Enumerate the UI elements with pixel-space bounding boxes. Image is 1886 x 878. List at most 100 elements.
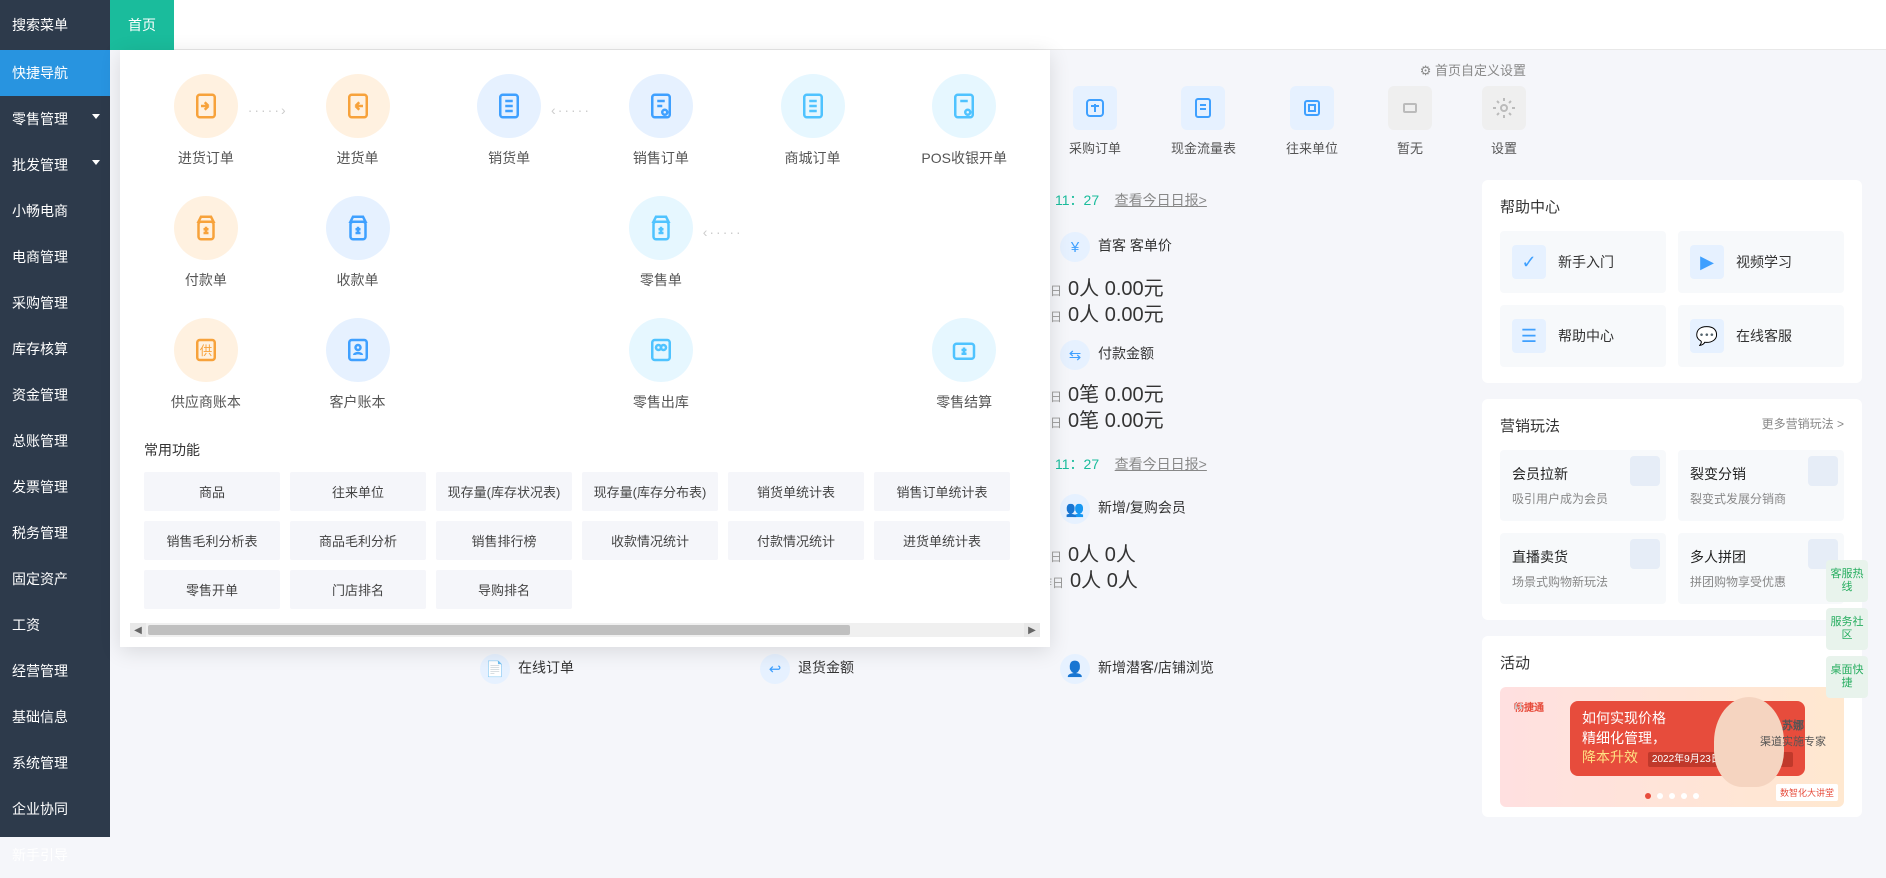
marketing-card: 营销玩法 更多营销玩法 > 会员拉新吸引用户成为会员 裂变分销裂变式发展分销商 … <box>1482 399 1862 620</box>
big-value: 0人 0.00元 <box>1068 278 1164 300</box>
chip-stock-dist[interactable]: 现存量(库存分布表) <box>582 472 718 511</box>
sale-order-icon <box>629 74 693 138</box>
carousel-dots[interactable] <box>1645 793 1699 799</box>
chip-sale-profit[interactable]: 销售毛利分析表 <box>144 521 280 560</box>
sidebar-item-xiaochang[interactable]: 小畅电商 <box>0 188 110 234</box>
dot[interactable] <box>1693 793 1699 799</box>
banner-corner: 数智化大讲堂 <box>1776 784 1838 801</box>
sidebar-item-quicknav[interactable]: 快捷导航 <box>0 50 110 96</box>
chip-store-rank[interactable]: 门店排名 <box>290 570 426 609</box>
chip-stock-status[interactable]: 现存量(库存状况表) <box>436 472 572 511</box>
dot[interactable] <box>1657 793 1663 799</box>
activity-banner[interactable]: 畅捷通 “ 如何实现价格 精细化管理， 降本升效 2022年9月23日 14:0… <box>1500 687 1844 807</box>
more-marketing-link[interactable]: 更多营销玩法 > <box>1762 415 1844 432</box>
scroll-right-icon[interactable]: ▶ <box>1024 623 1040 637</box>
mkt-member[interactable]: 会员拉新吸引用户成为会员 <box>1500 450 1666 521</box>
shop-order-icon <box>781 74 845 138</box>
flow-retail[interactable]: 零售单 ‹····· <box>585 196 737 290</box>
sidebar-item-retail[interactable]: 零售管理 <box>0 96 110 142</box>
sidebar-item-salary[interactable]: 工资 <box>0 602 110 648</box>
chip-retail-open[interactable]: 零售开单 <box>144 570 280 609</box>
sidebar-item-operation[interactable]: 经营管理 <box>0 648 110 694</box>
dock-hotline[interactable]: 客服热线 <box>1826 560 1868 602</box>
flow-retail-out[interactable]: 零售出库 <box>585 318 737 412</box>
shortcut-settings[interactable]: 设置 <box>1482 86 1526 157</box>
flow-sale-order[interactable]: 销售订单 <box>585 74 737 168</box>
sidebar-item-purchase[interactable]: 采购管理 <box>0 280 110 326</box>
dot[interactable] <box>1681 793 1687 799</box>
sidebar-item-inventory[interactable]: 库存核算 <box>0 326 110 372</box>
flow-purchase-bill[interactable]: 进货单 <box>282 74 434 168</box>
scroll-left-icon[interactable]: ◀ <box>130 623 146 637</box>
sidebar-item-ecommerce[interactable]: 电商管理 <box>0 234 110 280</box>
chip-payment-stats[interactable]: 付款情况统计 <box>728 521 864 560</box>
empty-icon <box>1388 86 1432 130</box>
flow-label: POS收银开单 <box>888 148 1040 168</box>
chip-product-profit[interactable]: 商品毛利分析 <box>290 521 426 560</box>
chip-guide-rank[interactable]: 导购排名 <box>436 570 572 609</box>
shortcut-company[interactable]: 往来单位 <box>1286 86 1338 157</box>
sidebar-item-system[interactable]: 系统管理 <box>0 740 110 786</box>
flow-shop-order[interactable]: 商城订单 <box>737 74 889 168</box>
mkt-fission[interactable]: 裂变分销裂变式发展分销商 <box>1678 450 1844 521</box>
mkt-live[interactable]: 直播卖货场景式购物新玩法 <box>1500 533 1666 604</box>
sidebar-item-basicinfo[interactable]: 基础信息 <box>0 694 110 740</box>
tab-home[interactable]: 首页 <box>110 0 174 50</box>
retail-out-icon <box>629 318 693 382</box>
shortcut-purchase-order[interactable]: 采购订单 <box>1069 86 1121 157</box>
flow-receipt[interactable]: 收款单 <box>282 196 434 290</box>
sidebar-item-wholesale[interactable]: 批发管理 <box>0 142 110 188</box>
sidebar-item-tax[interactable]: 税务管理 <box>0 510 110 556</box>
help-video[interactable]: ▶视频学习 <box>1678 231 1844 293</box>
frag-yesterday-guest: 日0人 0.00元 <box>1050 298 1164 327</box>
custom-settings-link[interactable]: 首页自定义设置 <box>1420 60 1526 79</box>
shortcut-empty[interactable]: 暂无 <box>1388 86 1432 157</box>
sidebar-item-funds[interactable]: 资金管理 <box>0 372 110 418</box>
daily-report-link[interactable]: 查看今日日报> <box>1115 192 1207 208</box>
bubble-line2: 精细化管理， <box>1582 730 1666 746</box>
help-service[interactable]: 💬在线客服 <box>1678 305 1844 367</box>
chip-company[interactable]: 往来单位 <box>290 472 426 511</box>
sidebar-item-newbie[interactable]: 新手引导 <box>0 832 110 878</box>
scrollbar-track[interactable] <box>146 623 1024 637</box>
chip-product[interactable]: 商品 <box>144 472 280 511</box>
flow-payment[interactable]: 付款单 <box>130 196 282 290</box>
flow-purchase-order[interactable]: 进货订单 ·····› <box>130 74 282 168</box>
dock-shortcut[interactable]: 桌面快捷 <box>1826 656 1868 698</box>
sidebar-item-enterprise[interactable]: 企业协同 <box>0 786 110 832</box>
flow-pos[interactable]: POS收银开单 <box>888 74 1040 168</box>
flow-supplier-ledger[interactable]: 供 供应商账本 <box>130 318 282 412</box>
scrollbar-thumb[interactable] <box>148 625 850 635</box>
shortcut-label: 现金流量表 <box>1171 141 1236 156</box>
mkt-group[interactable]: 多人拼团拼团购物享受优惠 <box>1678 533 1844 604</box>
flow-sale-bill[interactable]: 销货单 ‹····· <box>433 74 585 168</box>
help-center-card: 帮助中心 ✓新手入门 ▶视频学习 ☰帮助中心 💬在线客服 <box>1482 180 1862 383</box>
help-center[interactable]: ☰帮助中心 <box>1500 305 1666 367</box>
arrow-right-icon: ‹····· <box>703 224 743 240</box>
help-label: 视频学习 <box>1736 252 1792 272</box>
gear-icon <box>1482 86 1526 130</box>
dock-community[interactable]: 服务社区 <box>1826 608 1868 650</box>
help-newbie[interactable]: ✓新手入门 <box>1500 231 1666 293</box>
customer-ledger-icon <box>326 318 390 382</box>
sidebar-item-fixedassets[interactable]: 固定资产 <box>0 556 110 602</box>
frag-newlead: 👤新增潜客/店铺浏览 <box>1060 654 1214 684</box>
sidebar-search[interactable]: 搜索菜单 <box>0 0 110 50</box>
chip-sale-stats[interactable]: 销货单统计表 <box>728 472 864 511</box>
flow-customer-ledger[interactable]: 客户账本 <box>282 318 434 412</box>
chip-purchase-stats[interactable]: 进货单统计表 <box>874 521 1010 560</box>
dot[interactable] <box>1669 793 1675 799</box>
pre-label: 日 <box>1050 284 1062 298</box>
daily-report-link[interactable]: 查看今日日报> <box>1115 456 1207 472</box>
purchase-bill-icon <box>326 74 390 138</box>
shortcut-cashflow[interactable]: 现金流量表 <box>1171 86 1236 157</box>
marketing-grid: 会员拉新吸引用户成为会员 裂变分销裂变式发展分销商 直播卖货场景式购物新玩法 多… <box>1500 450 1844 604</box>
sidebar-item-ledger[interactable]: 总账管理 <box>0 418 110 464</box>
dot[interactable] <box>1645 793 1651 799</box>
sidebar-item-invoice[interactable]: 发票管理 <box>0 464 110 510</box>
chip-sale-rank[interactable]: 销售排行榜 <box>436 521 572 560</box>
mega-scrollbar[interactable]: ◀ ▶ <box>130 623 1040 637</box>
chip-receipt-stats[interactable]: 收款情况统计 <box>582 521 718 560</box>
flow-retail-settle[interactable]: 零售结算 <box>888 318 1040 412</box>
chip-saleorder-stats[interactable]: 销售订单统计表 <box>874 472 1010 511</box>
